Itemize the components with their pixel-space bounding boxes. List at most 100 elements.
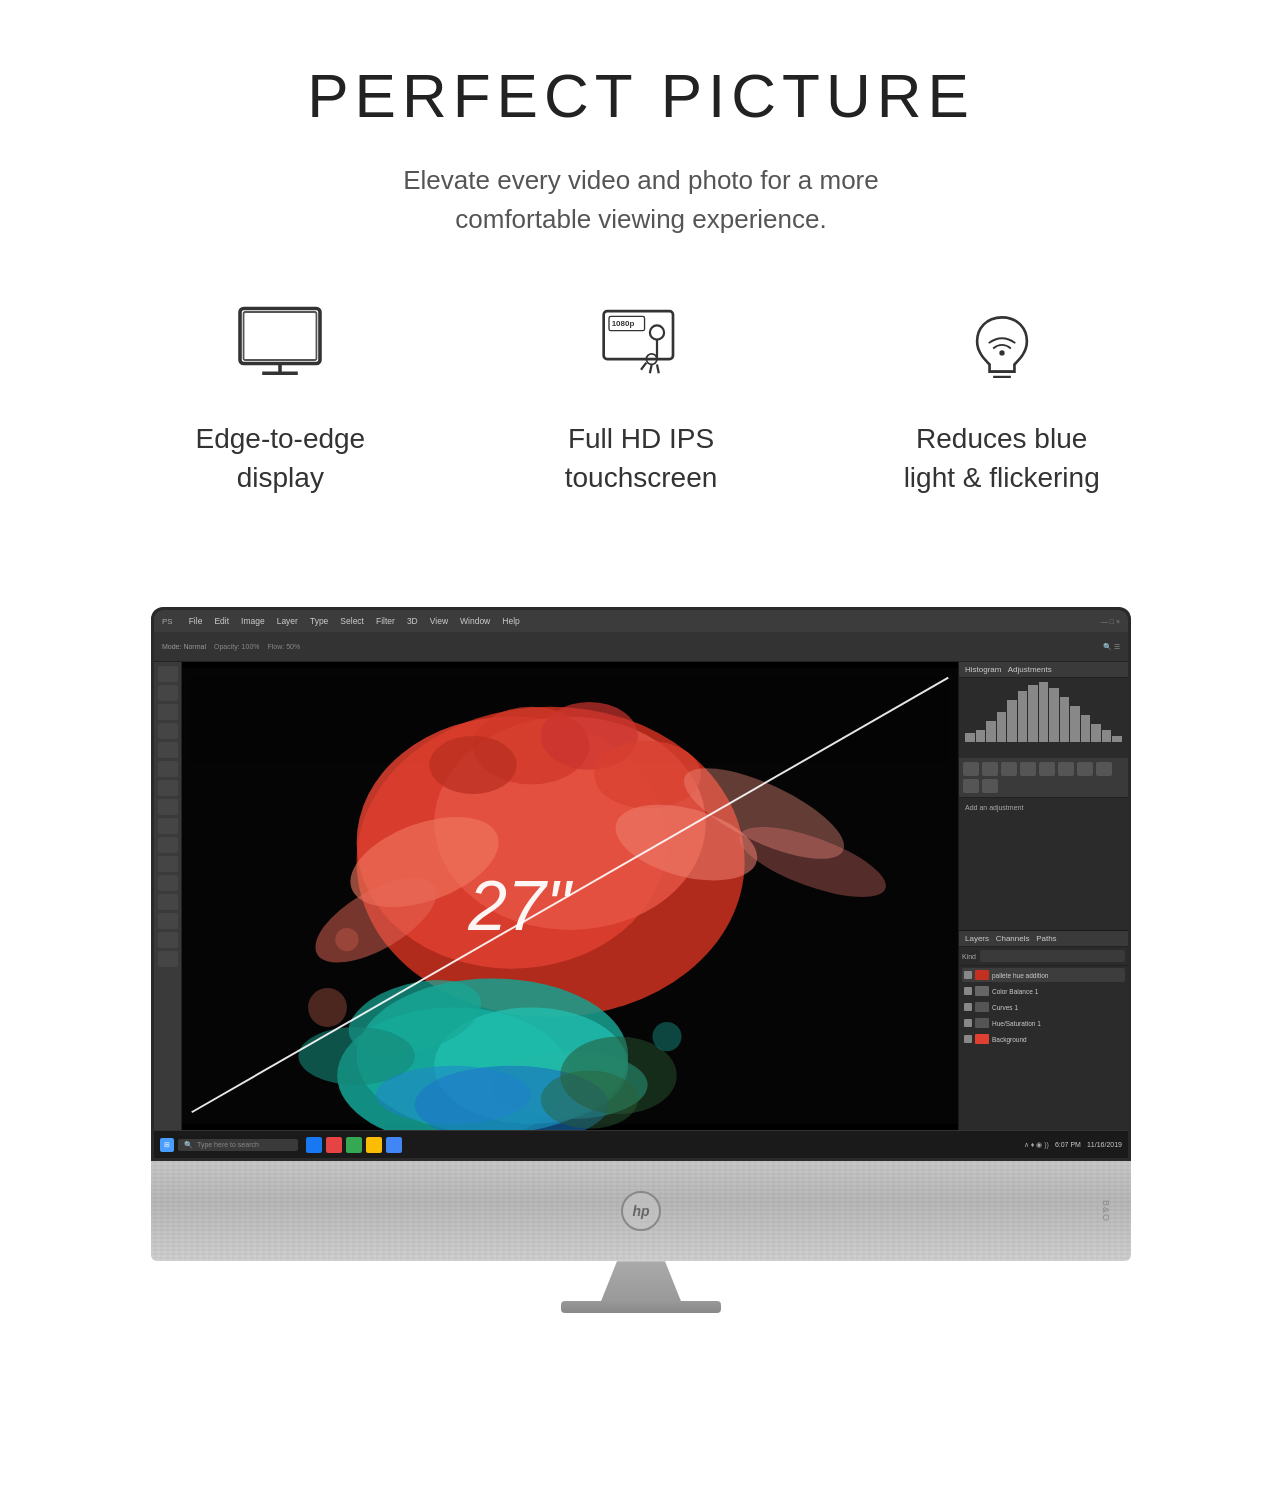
hbar — [1070, 706, 1080, 742]
ps-menu-select[interactable]: Select — [340, 616, 364, 626]
taskbar-search-box[interactable]: 🔍 Type here to search — [178, 1139, 298, 1151]
feature-blue-light: Reduces blue light & flickering — [821, 299, 1182, 497]
ps-tool-clone — [158, 799, 178, 815]
ps-canvas: 27" — [182, 662, 958, 1130]
svg-text:1080p: 1080p — [612, 319, 635, 328]
hbar — [997, 712, 1007, 742]
svg-line-10 — [641, 363, 646, 370]
ps-tool-shape — [158, 913, 178, 929]
feature-touchscreen: 1080p Full HD IPS touchscreen — [461, 299, 822, 497]
hbar — [976, 730, 986, 742]
ink-image: 27" — [182, 662, 958, 1130]
monitor-stand-foot — [561, 1301, 721, 1313]
ps-tool-eyedrop — [158, 742, 178, 758]
screen-content: PS File Edit Image Layer Type Select Fil… — [154, 610, 1128, 1158]
svg-rect-1 — [244, 312, 317, 360]
taskbar-time: 6:07 PM — [1055, 1141, 1081, 1148]
svg-point-23 — [594, 741, 701, 809]
svg-text:27": 27" — [467, 867, 574, 945]
ps-tool-select — [158, 685, 178, 701]
ps-tool-hand — [158, 932, 178, 948]
monitor-stand-neck — [601, 1261, 681, 1301]
ps-menu-3d[interactable]: 3D — [407, 616, 418, 626]
ps-tool-zoom — [158, 951, 178, 967]
hp-logo: hp — [621, 1191, 661, 1231]
svg-point-7 — [650, 325, 664, 339]
svg-line-11 — [650, 364, 652, 373]
feature-blue-light-label: Reduces blue light & flickering — [904, 419, 1100, 497]
monitor-section: PS File Edit Image Layer Type Select Fil… — [0, 607, 1282, 1353]
ps-right-panels: Histogram Adjustments — [958, 662, 1128, 1130]
svg-point-15 — [999, 350, 1004, 355]
taskbar-icon-3 — [346, 1137, 362, 1153]
ps-menu-type[interactable]: Type — [310, 616, 328, 626]
taskbar-icon-4 — [366, 1137, 382, 1153]
monitor-icon — [230, 299, 330, 389]
histogram-bars — [963, 682, 1124, 742]
hbar — [1049, 688, 1059, 742]
monitor-base: hp B&O — [151, 1161, 1131, 1261]
page-title: PERFECT PICTURE — [40, 60, 1242, 131]
hbar — [1081, 715, 1091, 742]
win-taskbar: ⊞ 🔍 Type here to search — [154, 1130, 1128, 1158]
ps-tool-gradient — [158, 837, 178, 853]
hbar — [1102, 730, 1112, 742]
ps-workspace: 27" Histogram Adjustments — [154, 662, 1128, 1130]
svg-point-39 — [308, 988, 347, 1027]
ps-menu-view[interactable]: View — [430, 616, 448, 626]
base-right-label: B&O — [1101, 1200, 1111, 1222]
ps-tool-text — [158, 894, 178, 910]
taskbar-ie-icon — [306, 1137, 322, 1153]
svg-point-36 — [376, 1066, 531, 1124]
hp-logo-text: hp — [632, 1203, 649, 1219]
hbar — [1007, 700, 1017, 742]
svg-point-40 — [652, 1022, 681, 1051]
hbar — [1018, 691, 1028, 742]
ps-menu-window[interactable]: Window — [460, 616, 490, 626]
ps-menu-layer[interactable]: Layer — [277, 616, 298, 626]
feature-touchscreen-label: Full HD IPS touchscreen — [565, 419, 718, 497]
ps-adjustments-panel: Add an adjustment — [959, 758, 1128, 930]
hbar — [1028, 685, 1038, 742]
ps-layer-row: pallete hue addition Color Balance 1 — [959, 966, 1128, 1048]
ps-tools-panel — [154, 662, 182, 1130]
ps-histogram — [959, 678, 1128, 758]
hbar — [1060, 697, 1070, 742]
ps-menubar: PS File Edit Image Layer Type Select Fil… — [154, 610, 1128, 632]
screen-area: PS File Edit Image Layer Type Select Fil… — [154, 610, 1128, 1158]
ps-tool-dodge — [158, 856, 178, 872]
svg-rect-0 — [240, 308, 320, 363]
hbar — [965, 733, 975, 742]
hbar — [1039, 682, 1049, 742]
ps-menu-help[interactable]: Help — [502, 616, 519, 626]
ps-toolbar: Mode: Normal Opacity: 100% Flow: 50% 🔍 ☰ — [154, 632, 1128, 662]
ps-histogram-header: Histogram Adjustments — [959, 662, 1128, 678]
top-section: PERFECT PICTURE Elevate every video and … — [0, 0, 1282, 607]
svg-point-41 — [335, 928, 358, 951]
feature-edge-display-label: Edge-to-edge display — [195, 419, 365, 497]
ps-tool-eraser — [158, 818, 178, 834]
page-subtitle: Elevate every video and photo for a more… — [341, 161, 941, 239]
ps-tool-crop — [158, 723, 178, 739]
ps-tool-move — [158, 666, 178, 682]
hbar — [1091, 724, 1101, 742]
taskbar-chrome-icon — [326, 1137, 342, 1153]
svg-line-12 — [657, 364, 659, 373]
ps-tool-brush — [158, 780, 178, 796]
features-row: Edge-to-edge display 1080p — [40, 299, 1242, 497]
taskbar-icon-5 — [386, 1137, 402, 1153]
hbar — [986, 721, 996, 742]
ps-layers-header: Layers Channels Paths — [959, 931, 1128, 947]
ps-menu-edit[interactable]: Edit — [214, 616, 229, 626]
hbar — [1112, 736, 1122, 742]
monitor-wrapper: PS File Edit Image Layer Type Select Fil… — [151, 607, 1131, 1313]
svg-point-22 — [429, 736, 516, 794]
ps-menu-image[interactable]: Image — [241, 616, 265, 626]
ps-menu-filter[interactable]: Filter — [376, 616, 395, 626]
taskbar-search-text: Type here to search — [197, 1141, 259, 1148]
taskbar-date: 11/16/2019 — [1087, 1141, 1122, 1148]
ps-menu-file[interactable]: File — [189, 616, 203, 626]
ps-tool-heal — [158, 761, 178, 777]
ps-layers-panel: Layers Channels Paths Kind — [959, 930, 1128, 1130]
svg-point-38 — [541, 1071, 638, 1129]
